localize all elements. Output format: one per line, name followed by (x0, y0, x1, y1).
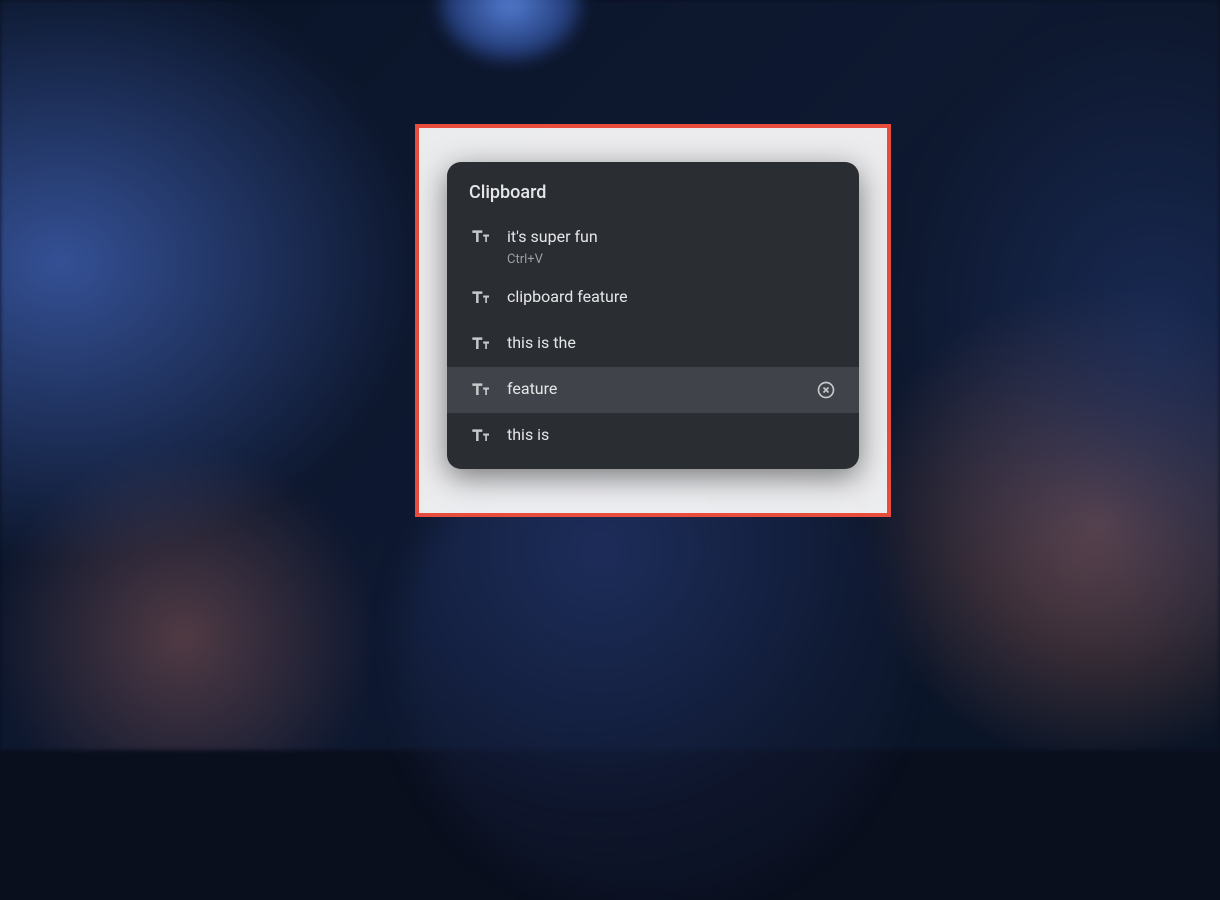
clipboard-item[interactable]: clipboard feature (447, 275, 859, 321)
clipboard-item[interactable]: this is the (447, 321, 859, 367)
clipboard-item-text: clipboard feature (507, 287, 837, 308)
clipboard-item[interactable]: feature (447, 367, 859, 413)
clipboard-item-text: this is (507, 425, 837, 446)
clipboard-item-content: feature (507, 379, 815, 400)
clipboard-item-content: it's super fun Ctrl+V (507, 227, 837, 267)
clipboard-item-text: this is the (507, 333, 837, 354)
text-icon (469, 380, 497, 400)
clipboard-item-text: feature (507, 379, 815, 400)
clipboard-item-content: clipboard feature (507, 287, 837, 308)
close-icon[interactable] (815, 379, 837, 401)
clipboard-title: Clipboard (447, 162, 859, 217)
text-icon (469, 227, 497, 247)
clipboard-item-text: it's super fun (507, 227, 837, 248)
clipboard-item-content: this is the (507, 333, 837, 354)
clipboard-item-shortcut: Ctrl+V (507, 252, 837, 267)
clipboard-panel: Clipboard it's super fun Ctrl+V clipboar… (447, 162, 859, 469)
clipboard-item[interactable]: this is (447, 413, 859, 459)
text-icon (469, 288, 497, 308)
clipboard-item-content: this is (507, 425, 837, 446)
text-icon (469, 426, 497, 446)
text-icon (469, 334, 497, 354)
clipboard-item[interactable]: it's super fun Ctrl+V (447, 217, 859, 275)
